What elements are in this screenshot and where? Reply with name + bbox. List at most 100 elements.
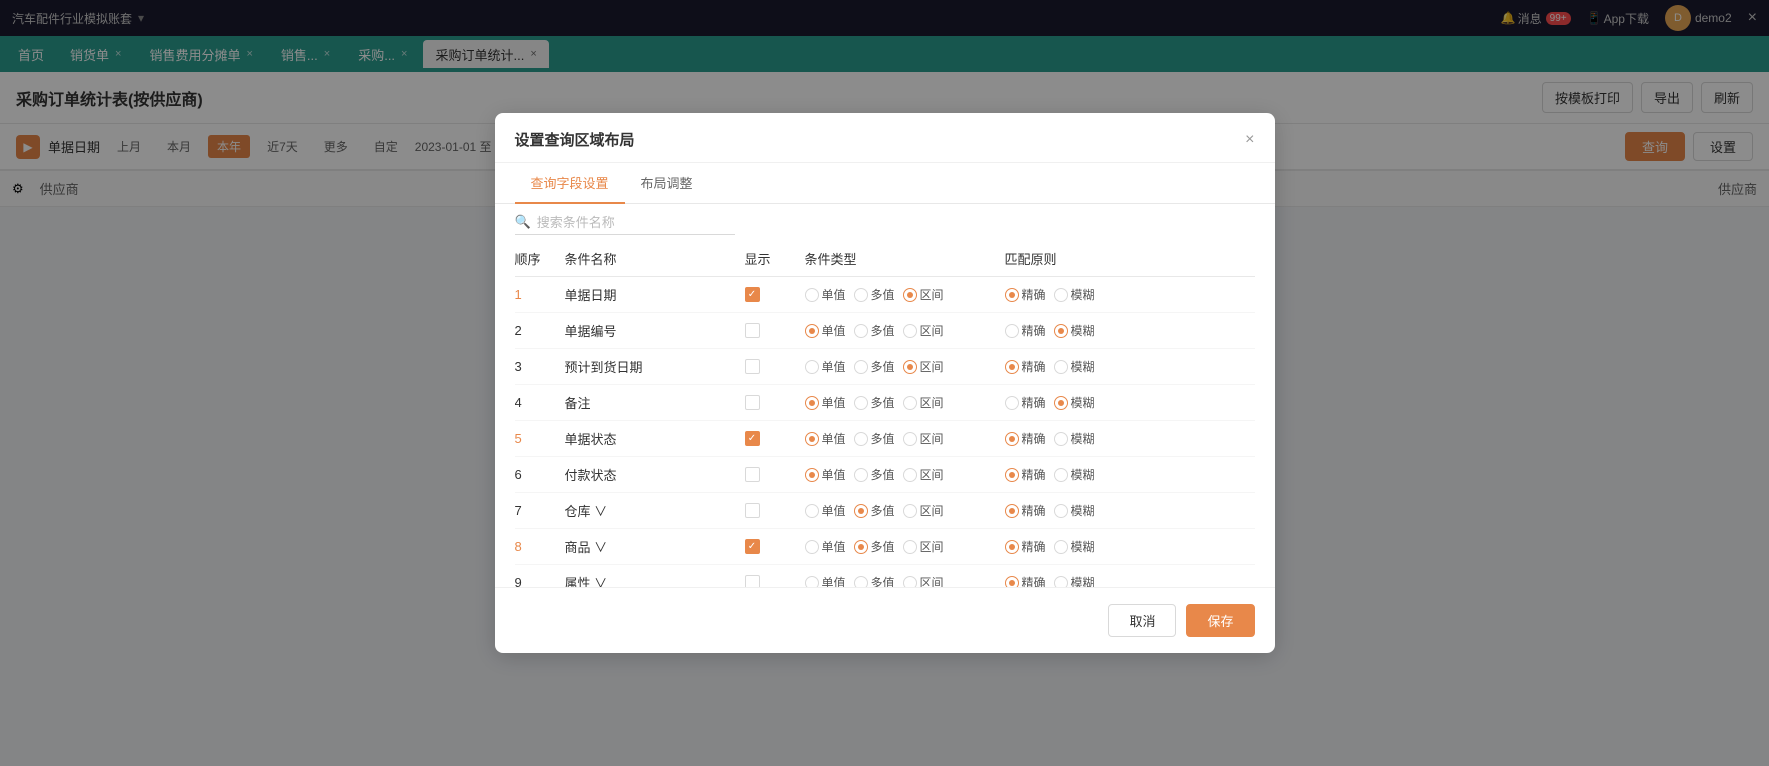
- match-exact[interactable]: 精确: [1005, 502, 1046, 519]
- type-range[interactable]: 区间: [903, 466, 944, 483]
- match-radio-group: 精确 模糊: [1005, 538, 1095, 555]
- radio-circle: [903, 576, 917, 588]
- match-fuzzy[interactable]: 模糊: [1054, 322, 1095, 339]
- row-order: 1: [515, 287, 565, 302]
- th-name: 条件名称: [565, 249, 745, 268]
- type-multi[interactable]: 多值: [854, 358, 895, 375]
- table-row: 2 单据编号 单值: [515, 313, 1255, 349]
- match-exact[interactable]: 精确: [1005, 322, 1046, 339]
- match-fuzzy[interactable]: 模糊: [1054, 358, 1095, 375]
- display-checkbox[interactable]: ✓: [745, 431, 760, 446]
- row-type-cell: 单值 多值 区间: [805, 466, 1005, 483]
- match-fuzzy[interactable]: 模糊: [1054, 466, 1095, 483]
- save-btn[interactable]: 保存: [1186, 604, 1254, 637]
- type-single[interactable]: 单值: [805, 322, 846, 339]
- type-multi[interactable]: 多值: [854, 538, 895, 555]
- type-single[interactable]: 单值: [805, 358, 846, 375]
- type-multi[interactable]: 多值: [854, 430, 895, 447]
- radio-circle: [1005, 324, 1019, 338]
- match-exact[interactable]: 精确: [1005, 394, 1046, 411]
- radio-circle: [854, 324, 868, 338]
- type-multi[interactable]: 多值: [854, 502, 895, 519]
- row-match-cell: 精确 模糊: [1005, 430, 1185, 447]
- type-range[interactable]: 区间: [903, 538, 944, 555]
- radio-circle: [903, 324, 917, 338]
- tab-layout[interactable]: 布局调整: [625, 163, 709, 204]
- row-order: 2: [515, 323, 565, 338]
- type-range[interactable]: 区间: [903, 502, 944, 519]
- radio-circle-selected: [1005, 288, 1019, 302]
- table-row: 5 单据状态 ✓ 单值: [515, 421, 1255, 457]
- type-multi[interactable]: 多值: [854, 394, 895, 411]
- radio-circle: [805, 288, 819, 302]
- display-checkbox[interactable]: [745, 503, 760, 518]
- type-multi[interactable]: 多值: [854, 466, 895, 483]
- type-radio-group: 单值 多值 区间: [805, 502, 944, 519]
- match-fuzzy[interactable]: 模糊: [1054, 394, 1095, 411]
- radio-circle-selected: [1005, 468, 1019, 482]
- display-checkbox[interactable]: [745, 395, 760, 410]
- type-range[interactable]: 区间: [903, 430, 944, 447]
- display-checkbox[interactable]: ✓: [745, 539, 760, 554]
- match-fuzzy[interactable]: 模糊: [1054, 502, 1095, 519]
- modal-close-btn[interactable]: ×: [1245, 132, 1254, 148]
- row-type-cell: 单值 多值 区间: [805, 574, 1005, 587]
- radio-circle-selected: [805, 432, 819, 446]
- display-checkbox[interactable]: ✓: [745, 287, 760, 302]
- type-range[interactable]: 区间: [903, 394, 944, 411]
- type-single[interactable]: 单值: [805, 502, 846, 519]
- type-range[interactable]: 区间: [903, 358, 944, 375]
- modal-title: 设置查询区域布局: [515, 129, 635, 150]
- type-single[interactable]: 单值: [805, 286, 846, 303]
- type-range[interactable]: 区间: [903, 322, 944, 339]
- radio-circle-selected: [805, 468, 819, 482]
- display-checkbox[interactable]: [745, 467, 760, 482]
- match-fuzzy[interactable]: 模糊: [1054, 574, 1095, 587]
- type-single[interactable]: 单值: [805, 466, 846, 483]
- cancel-btn[interactable]: 取消: [1108, 604, 1176, 637]
- match-exact[interactable]: 精确: [1005, 430, 1046, 447]
- search-input[interactable]: [537, 215, 717, 230]
- row-display-cell: [745, 395, 805, 410]
- radio-circle-selected: [903, 360, 917, 374]
- type-single[interactable]: 单值: [805, 538, 846, 555]
- radio-circle: [1054, 540, 1068, 554]
- match-fuzzy[interactable]: 模糊: [1054, 286, 1095, 303]
- type-single[interactable]: 单值: [805, 430, 846, 447]
- display-checkbox[interactable]: [745, 575, 760, 587]
- radio-circle-selected: [1005, 360, 1019, 374]
- row-match-cell: 精确 模糊: [1005, 394, 1185, 411]
- radio-circle: [1054, 432, 1068, 446]
- match-exact[interactable]: 精确: [1005, 358, 1046, 375]
- match-fuzzy[interactable]: 模糊: [1054, 430, 1095, 447]
- match-exact[interactable]: 精确: [1005, 574, 1046, 587]
- type-multi[interactable]: 多值: [854, 286, 895, 303]
- match-exact[interactable]: 精确: [1005, 286, 1046, 303]
- match-exact[interactable]: 精确: [1005, 466, 1046, 483]
- row-display-cell: [745, 503, 805, 518]
- row-display-cell: ✓: [745, 431, 805, 446]
- type-range[interactable]: 区间: [903, 574, 944, 587]
- match-fuzzy[interactable]: 模糊: [1054, 538, 1095, 555]
- row-name: 商品 ∨: [565, 537, 745, 556]
- row-display-cell: [745, 575, 805, 587]
- type-multi[interactable]: 多值: [854, 574, 895, 587]
- modal-table-area: 顺序 条件名称 显示 条件类型 匹配原则 1 单据日期 ✓: [495, 241, 1275, 587]
- match-radio-group: 精确 模糊: [1005, 358, 1095, 375]
- type-radio-group: 单值 多值 区间: [805, 358, 944, 375]
- match-exact[interactable]: 精确: [1005, 538, 1046, 555]
- radio-circle-selected: [1005, 576, 1019, 588]
- radio-circle: [854, 288, 868, 302]
- display-checkbox[interactable]: [745, 323, 760, 338]
- display-checkbox[interactable]: [745, 359, 760, 374]
- type-single[interactable]: 单值: [805, 574, 846, 587]
- type-radio-group: 单值 多值 区间: [805, 394, 944, 411]
- radio-circle: [854, 576, 868, 588]
- tab-query-fields[interactable]: 查询字段设置: [515, 163, 625, 204]
- type-single[interactable]: 单值: [805, 394, 846, 411]
- type-range[interactable]: 区间: [903, 286, 944, 303]
- row-order: 7: [515, 503, 565, 518]
- modal-tabs: 查询字段设置 布局调整: [495, 163, 1275, 204]
- match-radio-group: 精确 模糊: [1005, 430, 1095, 447]
- type-multi[interactable]: 多值: [854, 322, 895, 339]
